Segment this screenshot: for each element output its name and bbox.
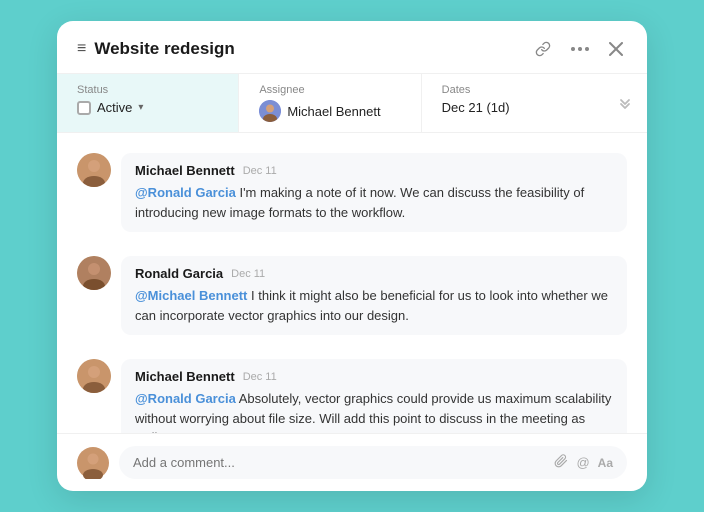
card-title: Website redesign	[94, 39, 531, 59]
comment-meta: Michael Bennett Dec 11	[135, 163, 613, 178]
comment-item: Michael Bennett Dec 11 @Ronald Garcia Ab…	[77, 349, 627, 433]
status-checkbox	[77, 101, 91, 115]
assignee-avatar	[259, 100, 281, 122]
attach-icon[interactable]	[554, 454, 568, 471]
comment-meta: Michael Bennett Dec 11	[135, 369, 613, 384]
task-icon: ≡	[77, 40, 86, 58]
status-field[interactable]: Status Active ▾	[57, 74, 238, 132]
close-button[interactable]	[605, 40, 627, 58]
avatar	[77, 256, 111, 290]
comment-author: Michael Bennett	[135, 163, 235, 178]
mention: @Michael Bennett	[135, 288, 247, 303]
assignee-label: Assignee	[259, 84, 400, 96]
status-text: Active	[97, 100, 132, 115]
meta-bar: Status Active ▾ Assignee Michael Bennett	[57, 74, 647, 133]
comment-input-wrap[interactable]: @ Aa	[119, 446, 627, 479]
comment-text: @Ronald Garcia I'm making a note of it n…	[135, 183, 613, 222]
comment-item: Ronald Garcia Dec 11 @Michael Bennett I …	[77, 246, 627, 345]
comment-date: Dec 11	[243, 165, 277, 177]
format-icon[interactable]: Aa	[598, 456, 613, 470]
link-button[interactable]	[531, 39, 555, 59]
comments-list: Michael Bennett Dec 11 @Ronald Garcia I'…	[57, 133, 647, 433]
status-chevron-icon: ▾	[138, 102, 143, 113]
comment-author: Ronald Garcia	[135, 266, 223, 281]
mention-icon[interactable]: @	[576, 455, 589, 470]
comment-body: Michael Bennett Dec 11 @Ronald Garcia Ab…	[121, 359, 627, 433]
avatar	[77, 153, 111, 187]
assignee-value: Michael Bennett	[259, 100, 400, 122]
status-value[interactable]: Active ▾	[77, 100, 218, 115]
dates-text: Dec 21 (1d)	[442, 100, 510, 115]
collapse-button[interactable]	[603, 74, 647, 132]
status-label: Status	[77, 84, 218, 96]
comment-author: Michael Bennett	[135, 369, 235, 384]
card-header: ≡ Website redesign	[57, 21, 647, 74]
comment-date: Dec 11	[231, 268, 265, 280]
assignee-field[interactable]: Assignee Michael Bennett	[238, 74, 420, 132]
dates-field[interactable]: Dates Dec 21 (1d)	[421, 74, 603, 132]
dates-value: Dec 21 (1d)	[442, 100, 583, 115]
comment-text: @Ronald Garcia Absolutely, vector graphi…	[135, 389, 613, 433]
comment-text: @Michael Bennett I think it might also b…	[135, 286, 613, 325]
comment-input-row: @ Aa	[57, 433, 647, 491]
comment-date: Dec 11	[243, 371, 277, 383]
current-user-avatar	[77, 447, 109, 479]
comment-input[interactable]	[133, 455, 546, 470]
mention: @Ronald Garcia	[135, 391, 236, 406]
comment-body: Michael Bennett Dec 11 @Ronald Garcia I'…	[121, 153, 627, 232]
header-actions	[531, 39, 627, 59]
more-button[interactable]	[567, 45, 593, 53]
assignee-name: Michael Bennett	[287, 104, 380, 119]
avatar	[77, 359, 111, 393]
comment-item: Michael Bennett Dec 11 @Ronald Garcia I'…	[77, 143, 627, 242]
task-card: ≡ Website redesign	[57, 21, 647, 491]
comment-body: Ronald Garcia Dec 11 @Michael Bennett I …	[121, 256, 627, 335]
mention: @Ronald Garcia	[135, 185, 236, 200]
comment-meta: Ronald Garcia Dec 11	[135, 266, 613, 281]
dates-label: Dates	[442, 84, 583, 96]
